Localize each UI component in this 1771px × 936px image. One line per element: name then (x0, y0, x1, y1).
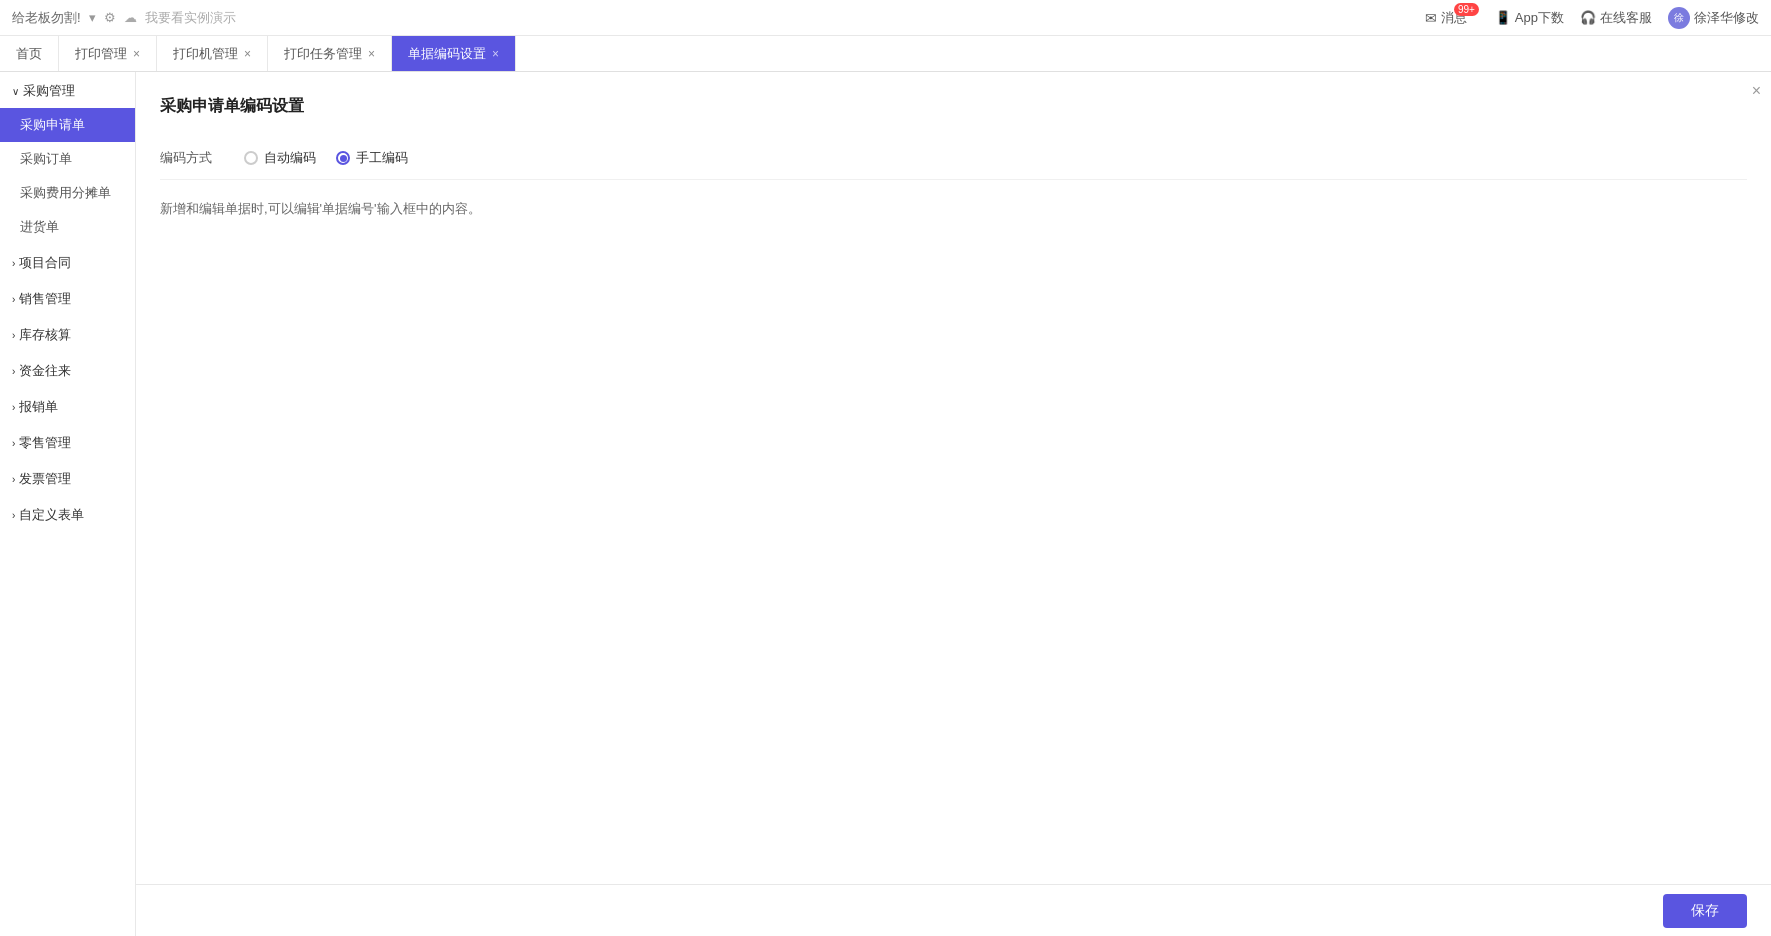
tab-single-code[interactable]: 单据编码设置 × (392, 36, 516, 71)
brand-text: 给老板勿割! (12, 9, 81, 27)
search-icon: ☁ (124, 10, 137, 25)
online-service-button[interactable]: 🎧 在线客服 (1580, 9, 1652, 27)
sidebar-group-purchase: ∨ 采购管理 采购申请单 采购订单 采购费用分摊单 进货单 (0, 74, 135, 244)
message-icon: ✉ (1425, 10, 1437, 26)
username-label: 徐泽华修改 (1694, 9, 1759, 27)
sidebar-group-sales-title[interactable]: › 销售管理 (0, 282, 135, 316)
sidebar-item-purchase-order[interactable]: 采购订单 (0, 142, 135, 176)
chevron-right-icon: › (12, 258, 15, 269)
search-text[interactable]: 我要看实例演示 (145, 9, 236, 27)
message-button[interactable]: ✉ 消息 99+ (1425, 9, 1467, 27)
description-text: 新增和编辑单据时,可以编辑'单据编号'输入框中的内容。 (160, 200, 1747, 218)
sidebar-group-returns: › 报销单 (0, 390, 135, 424)
auto-code-label: 自动编码 (264, 149, 316, 167)
tab-single-code-close[interactable]: × (492, 47, 499, 61)
top-bar: 给老板勿割! ▾ ⚙ ☁ 我要看实例演示 ✉ 消息 99+ 📱 App下数 🎧 … (0, 0, 1771, 36)
sidebar-group-returns-title[interactable]: › 报销单 (0, 390, 135, 424)
sidebar-group-inventory-label: 库存核算 (19, 326, 71, 344)
main-layout: ∨ 采购管理 采购申请单 采购订单 采购费用分摊单 进货单 › 项目合同 (0, 72, 1771, 936)
page-close-button[interactable]: × (1742, 73, 1771, 108)
tab-single-code-label: 单据编码设置 (408, 45, 486, 63)
user-profile[interactable]: 徐 徐泽华修改 (1668, 7, 1759, 29)
sidebar-item-purchase-expense[interactable]: 采购费用分摊单 (0, 176, 135, 210)
tab-printer-mgmt-label: 打印机管理 (173, 45, 238, 63)
sidebar-item-stock-in[interactable]: 进货单 (0, 210, 135, 244)
sidebar-group-invoice-title[interactable]: › 发票管理 (0, 462, 135, 496)
sidebar-group-retail-title[interactable]: › 零售管理 (0, 426, 135, 460)
chevron-right-icon-capital: › (12, 366, 15, 377)
sidebar-group-project-label: 项目合同 (19, 254, 71, 272)
sidebar-group-purchase-title[interactable]: ∨ 采购管理 (0, 74, 135, 108)
sidebar-group-project: › 项目合同 (0, 246, 135, 280)
app-download-label: App下数 (1515, 9, 1564, 27)
chevron-right-icon-returns: › (12, 402, 15, 413)
sidebar-group-invoice-label: 发票管理 (19, 470, 71, 488)
dropdown-icon[interactable]: ▾ (89, 10, 96, 25)
top-bar-right: ✉ 消息 99+ 📱 App下数 🎧 在线客服 徐 徐泽华修改 (1425, 7, 1759, 29)
sidebar-item-stock-in-label: 进货单 (20, 219, 59, 234)
tab-home-label: 首页 (16, 45, 42, 63)
app-download-button[interactable]: 📱 App下数 (1495, 9, 1564, 27)
tab-bar: 首页 打印管理 × 打印机管理 × 打印任务管理 × 单据编码设置 × (0, 36, 1771, 72)
tab-print-mgmt-close[interactable]: × (133, 47, 140, 61)
auto-code-radio-circle[interactable] (244, 151, 258, 165)
sidebar-group-inventory: › 库存核算 (0, 318, 135, 352)
settings-icon[interactable]: ⚙ (104, 10, 116, 25)
tab-print-mgmt[interactable]: 打印管理 × (59, 36, 157, 71)
top-bar-left: 给老板勿割! ▾ ⚙ ☁ 我要看实例演示 (12, 9, 236, 27)
app-icon: 📱 (1495, 10, 1511, 25)
auto-code-radio[interactable]: 自动编码 (244, 149, 316, 167)
sidebar-group-purchase-label: 采购管理 (23, 82, 75, 100)
tab-printer-mgmt-close[interactable]: × (244, 47, 251, 61)
tab-print-mgmt-label: 打印管理 (75, 45, 127, 63)
chevron-down-icon: ∨ (12, 86, 19, 97)
tab-print-task[interactable]: 打印任务管理 × (268, 36, 392, 71)
sidebar-group-capital-title[interactable]: › 资金往来 (0, 354, 135, 388)
chevron-right-icon-invoice: › (12, 474, 15, 485)
online-service-label: 在线客服 (1600, 9, 1652, 27)
content-area: 采购申请单编码设置 编码方式 自动编码 手工编码 新增和编辑单据时,可以编辑'单… (136, 72, 1771, 936)
coding-method-label: 编码方式 (160, 149, 220, 167)
sidebar-item-purchase-request-label: 采购申请单 (20, 117, 85, 132)
sidebar-group-custom-form-title[interactable]: › 自定义表单 (0, 498, 135, 532)
tab-print-task-close[interactable]: × (368, 47, 375, 61)
chevron-right-icon-custom: › (12, 510, 15, 521)
sidebar-group-capital: › 资金往来 (0, 354, 135, 388)
sidebar-group-retail: › 零售管理 (0, 426, 135, 460)
page-title: 采购申请单编码设置 (160, 96, 1747, 117)
sidebar-group-custom-form-label: 自定义表单 (19, 506, 84, 524)
headset-icon: 🎧 (1580, 10, 1596, 25)
manual-code-radio[interactable]: 手工编码 (336, 149, 408, 167)
tab-print-task-label: 打印任务管理 (284, 45, 362, 63)
chevron-right-icon-inventory: › (12, 330, 15, 341)
avatar: 徐 (1668, 7, 1690, 29)
chevron-right-icon-retail: › (12, 438, 15, 449)
sidebar-group-returns-label: 报销单 (19, 398, 58, 416)
tab-spacer (516, 36, 1771, 71)
sidebar-group-sales-label: 销售管理 (19, 290, 71, 308)
sidebar-item-purchase-order-label: 采购订单 (20, 151, 72, 166)
save-button[interactable]: 保存 (1663, 894, 1747, 928)
sidebar-group-inventory-title[interactable]: › 库存核算 (0, 318, 135, 352)
content-inner: 采购申请单编码设置 编码方式 自动编码 手工编码 新增和编辑单据时,可以编辑'单… (136, 72, 1771, 884)
coding-method-radio-group: 自动编码 手工编码 (244, 149, 408, 167)
tab-home[interactable]: 首页 (0, 36, 59, 71)
tab-bar-wrapper: 首页 打印管理 × 打印机管理 × 打印任务管理 × 单据编码设置 × × (0, 36, 1771, 72)
sidebar: ∨ 采购管理 采购申请单 采购订单 采购费用分摊单 进货单 › 项目合同 (0, 72, 136, 936)
sidebar-group-invoice: › 发票管理 (0, 462, 135, 496)
sidebar-group-project-title[interactable]: › 项目合同 (0, 246, 135, 280)
sidebar-group-retail-label: 零售管理 (19, 434, 71, 452)
sidebar-group-sales: › 销售管理 (0, 282, 135, 316)
sidebar-item-purchase-expense-label: 采购费用分摊单 (20, 185, 111, 200)
sidebar-item-purchase-request[interactable]: 采购申请单 (0, 108, 135, 142)
manual-code-label: 手工编码 (356, 149, 408, 167)
content-footer: 保存 (136, 884, 1771, 936)
sidebar-group-custom-form: › 自定义表单 (0, 498, 135, 532)
sidebar-group-capital-label: 资金往来 (19, 362, 71, 380)
chevron-right-icon-sales: › (12, 294, 15, 305)
tab-printer-mgmt[interactable]: 打印机管理 × (157, 36, 268, 71)
message-count: 99+ (1454, 3, 1479, 16)
manual-code-radio-circle[interactable] (336, 151, 350, 165)
coding-method-row: 编码方式 自动编码 手工编码 (160, 137, 1747, 180)
